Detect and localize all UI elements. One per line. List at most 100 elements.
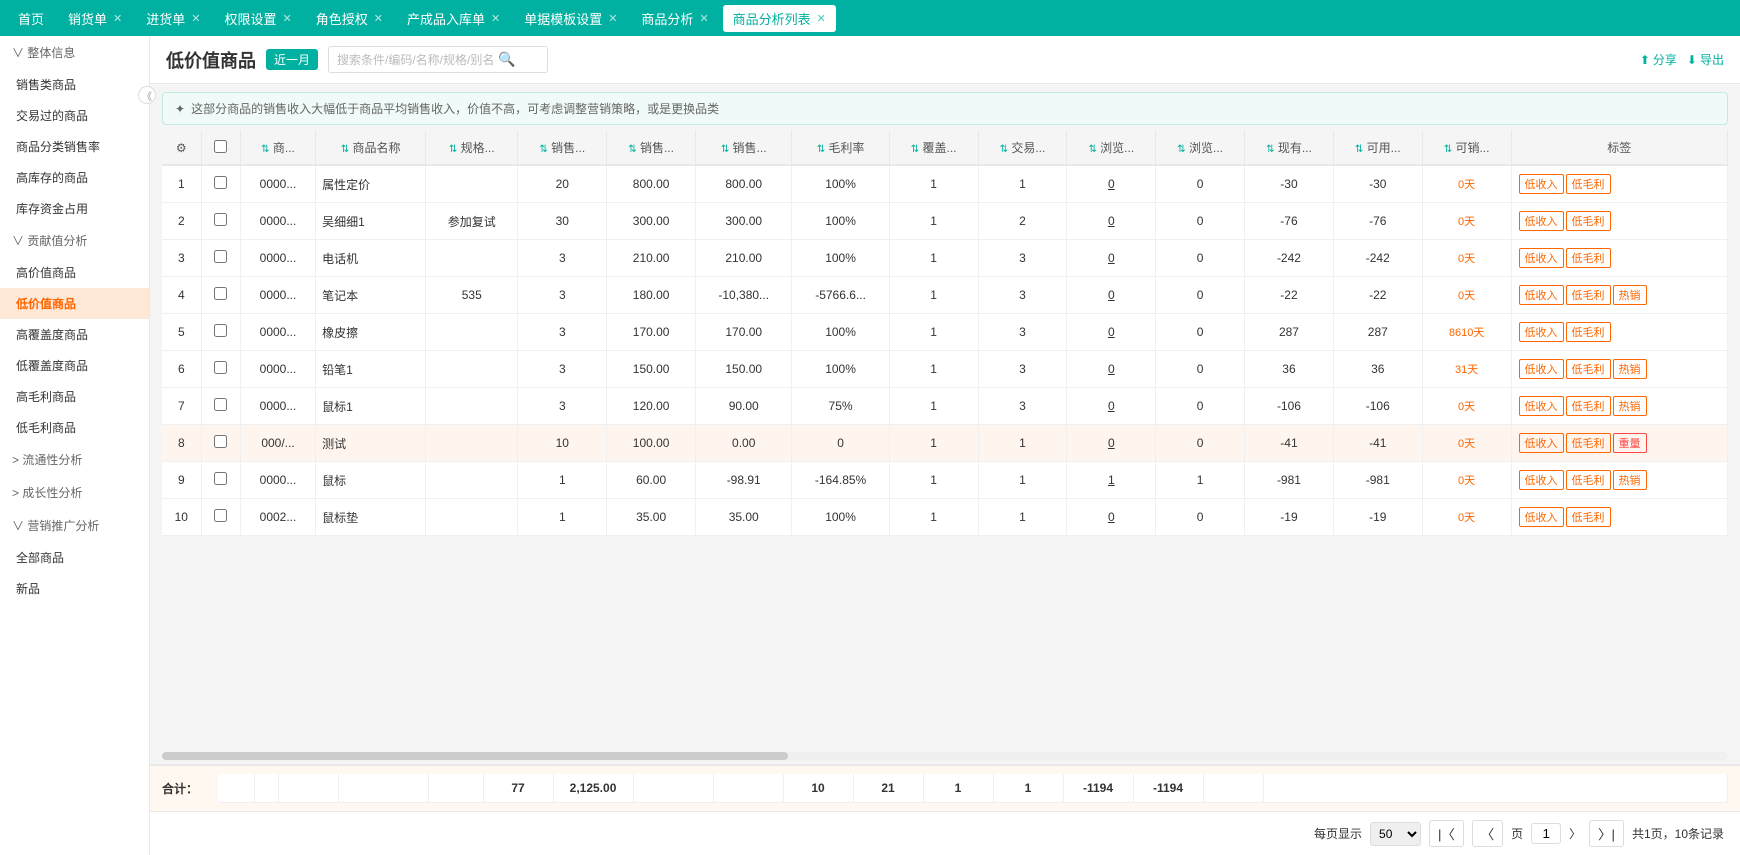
view-count-link[interactable]: 0: [1108, 214, 1115, 228]
col-spec[interactable]: ⇅ 规格...: [426, 131, 518, 165]
col-sales-amount[interactable]: ⇅ 销售...: [607, 131, 696, 165]
col-view2[interactable]: ⇅ 浏览...: [1156, 131, 1245, 165]
prev-page-button[interactable]: 〈: [1472, 820, 1503, 847]
row-select-checkbox[interactable]: [214, 324, 227, 337]
sidebar-group-contribution[interactable]: ∨ 贡献值分析: [0, 224, 149, 257]
sidebar-collapse-button[interactable]: 《: [138, 86, 156, 104]
sidebar-item-new-products[interactable]: 新品: [0, 573, 149, 604]
view-count-link[interactable]: 0: [1108, 399, 1115, 413]
nav-product-analysis-list[interactable]: 商品分析列表 ✕: [723, 5, 836, 32]
sidebar-item-all-products[interactable]: 全部商品: [0, 542, 149, 573]
nav-close-icon[interactable]: ✕: [817, 12, 826, 25]
view-count-link[interactable]: 0: [1108, 510, 1115, 524]
next-page-button[interactable]: 〉|: [1589, 820, 1624, 847]
view-count-link[interactable]: 0: [1108, 251, 1115, 265]
col-coverage[interactable]: ⇅ 覆盖...: [889, 131, 978, 165]
first-page-button[interactable]: |〈: [1429, 820, 1464, 847]
row-checkbox[interactable]: [201, 388, 240, 425]
nav-close-icon[interactable]: ✕: [113, 12, 122, 25]
search-icon[interactable]: 🔍: [498, 51, 515, 68]
view-count-link[interactable]: 0: [1108, 177, 1115, 191]
table-container: ⚙ ⇅ 商... ⇅ 商品名称 ⇅ 规格... ⇅ 销售... ⇅ 销售... …: [150, 131, 1740, 748]
row-checkbox[interactable]: [201, 240, 240, 277]
nav-roles[interactable]: 角色授权 ✕: [306, 5, 393, 32]
row-checkbox[interactable]: [201, 314, 240, 351]
nav-template[interactable]: 单据模板设置 ✕: [514, 5, 627, 32]
row-checkbox[interactable]: [201, 203, 240, 240]
page-title: 低价值商品: [166, 47, 256, 73]
view-count-link[interactable]: 0: [1108, 288, 1115, 302]
sidebar-item-category-rate[interactable]: 商品分类销售率: [0, 131, 149, 162]
view-count-link[interactable]: 0: [1108, 362, 1115, 376]
row-checkbox[interactable]: [201, 499, 240, 536]
export-button[interactable]: ⬇ 导出: [1687, 51, 1724, 68]
total-trade: 21: [853, 774, 923, 803]
row-select-checkbox[interactable]: [214, 250, 227, 263]
nav-close-icon[interactable]: ✕: [283, 12, 292, 25]
nav-close-icon[interactable]: ✕: [608, 12, 617, 25]
col-settings[interactable]: ⚙: [162, 131, 201, 165]
row-checkbox[interactable]: [201, 425, 240, 462]
row-select-checkbox[interactable]: [214, 287, 227, 300]
row-select-checkbox[interactable]: [214, 361, 227, 374]
view-count-link[interactable]: 1: [1108, 473, 1115, 487]
col-code[interactable]: ⇅ 商...: [240, 131, 315, 165]
col-view1[interactable]: ⇅ 浏览...: [1067, 131, 1156, 165]
sidebar-item-high-coverage[interactable]: 高覆盖度商品: [0, 319, 149, 350]
sidebar-item-traded[interactable]: 交易过的商品: [0, 100, 149, 131]
share-button[interactable]: ⬆ 分享: [1640, 51, 1677, 68]
page-size-select[interactable]: 50 100: [1370, 822, 1421, 846]
col-trade[interactable]: ⇅ 交易...: [978, 131, 1067, 165]
sidebar-item-low-profit[interactable]: 低毛利商品: [0, 412, 149, 443]
sidebar-item-high-stock[interactable]: 高库存的商品: [0, 162, 149, 193]
horizontal-scrollbar[interactable]: [162, 752, 1728, 760]
sidebar-item-low-coverage[interactable]: 低覆盖度商品: [0, 350, 149, 381]
sidebar-item-low-value[interactable]: 低价值商品: [0, 288, 149, 319]
nav-stock-in[interactable]: 产成品入库单 ✕: [397, 5, 510, 32]
row-checkbox[interactable]: [201, 351, 240, 388]
col-margin[interactable]: ⇅ 毛利率: [792, 131, 889, 165]
nav-purchase[interactable]: 进货单 ✕: [136, 5, 210, 32]
col-sales-profit[interactable]: ⇅ 销售...: [696, 131, 792, 165]
sidebar-item-stock-capital[interactable]: 库存资金占用: [0, 193, 149, 224]
product-tag: 低毛利: [1566, 433, 1611, 453]
nav-close-icon[interactable]: ✕: [699, 12, 708, 25]
nav-close-icon[interactable]: ✕: [191, 12, 200, 25]
row-select-checkbox[interactable]: [214, 398, 227, 411]
select-all-checkbox[interactable]: [214, 140, 227, 153]
view-count-link[interactable]: 0: [1108, 436, 1115, 450]
col-current-stock[interactable]: ⇅ 现有...: [1245, 131, 1334, 165]
time-tag-button[interactable]: 近一月: [266, 49, 318, 70]
col-saleable[interactable]: ⇅ 可销...: [1422, 131, 1511, 165]
sidebar-item-sales-products[interactable]: 销售类商品: [0, 69, 149, 100]
sidebar-group-liquidity[interactable]: > 流通性分析: [0, 443, 149, 476]
nav-close-icon[interactable]: ✕: [491, 12, 500, 25]
sidebar-group-growth[interactable]: > 成长性分析: [0, 476, 149, 509]
col-name[interactable]: ⇅ 商品名称: [316, 131, 426, 165]
search-box[interactable]: 搜索条件/编码/名称/规格/别名 🔍: [328, 46, 548, 73]
row-spec: [426, 499, 518, 536]
view-count-link[interactable]: 0: [1108, 325, 1115, 339]
row-checkbox[interactable]: [201, 165, 240, 203]
row-select-checkbox[interactable]: [214, 435, 227, 448]
col-checkbox[interactable]: [201, 131, 240, 165]
sidebar-group-marketing[interactable]: ∨ 营销推广分析: [0, 509, 149, 542]
row-select-checkbox[interactable]: [214, 509, 227, 522]
row-select-checkbox[interactable]: [214, 472, 227, 485]
nav-sales[interactable]: 销货单 ✕: [58, 5, 132, 32]
col-available-stock[interactable]: ⇅ 可用...: [1333, 131, 1422, 165]
row-checkbox[interactable]: [201, 462, 240, 499]
col-sales-qty[interactable]: ⇅ 销售...: [518, 131, 607, 165]
row-checkbox[interactable]: [201, 277, 240, 314]
row-select-checkbox[interactable]: [214, 213, 227, 226]
page-input[interactable]: [1531, 823, 1561, 844]
sidebar-item-high-value[interactable]: 高价值商品: [0, 257, 149, 288]
sidebar-group-overview[interactable]: ∨ 整体信息: [0, 36, 149, 69]
nav-home[interactable]: 首页: [8, 5, 54, 32]
sidebar-item-high-profit[interactable]: 高毛利商品: [0, 381, 149, 412]
row-select-checkbox[interactable]: [214, 176, 227, 189]
row-name: 笔记本: [316, 277, 426, 314]
nav-product-analysis[interactable]: 商品分析 ✕: [631, 5, 718, 32]
nav-permissions[interactable]: 权限设置 ✕: [214, 5, 301, 32]
nav-close-icon[interactable]: ✕: [374, 12, 383, 25]
